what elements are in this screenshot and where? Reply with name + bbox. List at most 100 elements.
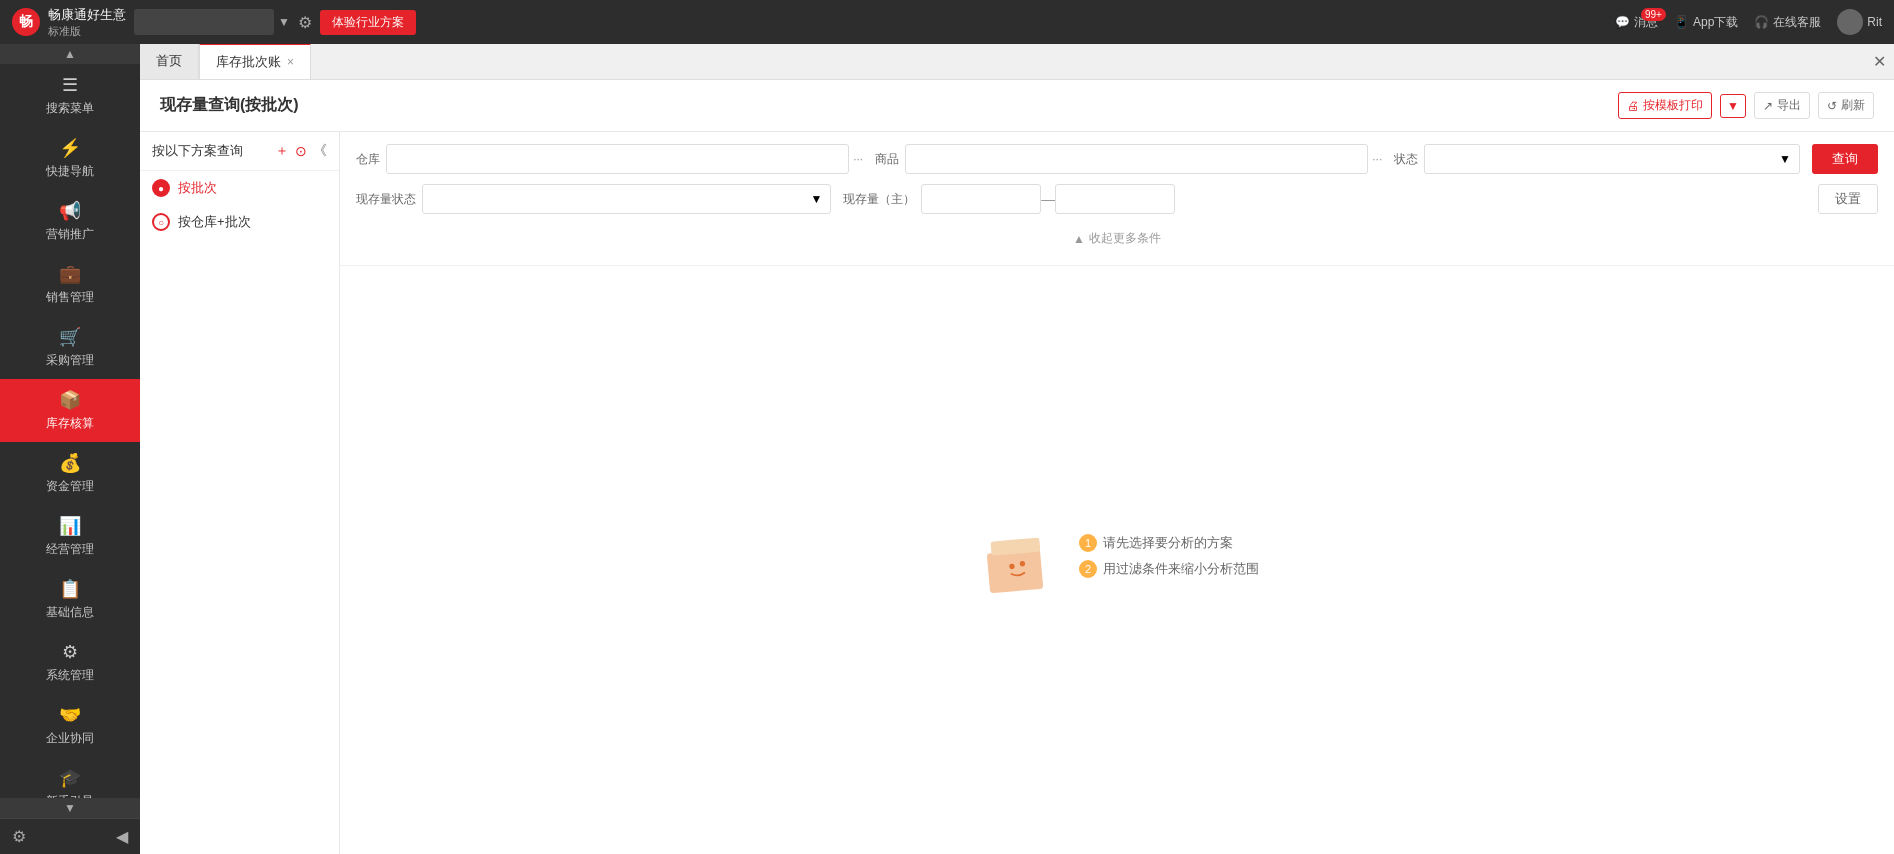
empty-box-icon [975, 520, 1055, 600]
sidebar-scroll-up[interactable]: ▲ [0, 44, 140, 64]
sidebar-scroll-down[interactable]: ▼ [0, 798, 140, 818]
empty-state: 1 请先选择要分析的方案 2 用过滤条件来缩小分析范围 [340, 266, 1894, 854]
status-dropdown-icon: ▼ [1779, 152, 1791, 166]
svg-rect-0 [987, 549, 1044, 593]
product-filter-group: 商品 ··· [875, 144, 1382, 174]
warehouse-more-icon[interactable]: ··· [853, 152, 863, 166]
top-bar-right: 💬 消息 99+ 📱 App下载 🎧 在线客服 Rit [1615, 9, 1882, 35]
settings-button[interactable]: 设置 [1818, 184, 1878, 214]
experience-button[interactable]: 体验行业方案 [320, 10, 416, 35]
online-service-item[interactable]: 🎧 在线客服 [1754, 14, 1821, 31]
app-download-item[interactable]: 📱 App下载 [1674, 14, 1738, 31]
search-menu-icon: ☰ [62, 74, 78, 96]
sidebar-item-label: 库存核算 [46, 415, 94, 432]
refresh-button[interactable]: ↺ 刷新 [1818, 92, 1874, 119]
inventory-status-label: 现存量状态 [356, 191, 416, 208]
print-button[interactable]: 🖨 按模板打印 [1618, 92, 1712, 119]
tip-2-num: 2 [1079, 560, 1097, 578]
inventory-qty-max-input[interactable] [1055, 184, 1175, 214]
collapse-up-icon: ▲ [1073, 232, 1085, 246]
refresh-label: 刷新 [1841, 97, 1865, 114]
sidebar-item-label: 采购管理 [46, 352, 94, 369]
tab-inventory-batch[interactable]: 库存批次账 × [199, 44, 311, 79]
top-bar-left: 畅 畅康通好生意 标准版 ▼ ⚙ 体验行业方案 [12, 6, 416, 39]
settings-scheme-icon[interactable]: ⊙ [295, 143, 307, 159]
sidebar-item-search-menu[interactable]: ☰ 搜索菜单 [0, 64, 140, 127]
tab-home[interactable]: 首页 [140, 44, 199, 79]
empty-text: 1 请先选择要分析的方案 2 用过滤条件来缩小分析范围 [1079, 534, 1259, 586]
main-body: 按以下方案查询 ＋ ⊙ 《 ● 按批次 ○ 按仓库+批次 [140, 132, 1894, 854]
topbar-settings-icon[interactable]: ⚙ [298, 13, 312, 32]
sidebar-item-enterprise[interactable]: 🤝 企业协同 [0, 694, 140, 757]
headset-icon: 🎧 [1754, 15, 1769, 29]
left-panel-actions: ＋ ⊙ 《 [275, 142, 327, 160]
tab-bar-close-icon[interactable]: ✕ [1873, 52, 1886, 71]
inventory-status-filter-group: 现存量状态 ▼ [356, 184, 831, 214]
query-button[interactable]: 查询 [1812, 144, 1878, 174]
sidebar-item-label: 系统管理 [46, 667, 94, 684]
warehouse-label: 仓库 [356, 151, 380, 168]
user-item[interactable]: Rit [1837, 9, 1882, 35]
app-logo: 畅 [12, 8, 40, 36]
sidebar-item-finance[interactable]: 💰 资金管理 [0, 442, 140, 505]
online-service-label: 在线客服 [1773, 14, 1821, 31]
tip-2-text: 用过滤条件来缩小分析范围 [1103, 560, 1259, 578]
scheme-label-by-batch: 按批次 [178, 179, 217, 197]
empty-tip-2: 2 用过滤条件来缩小分析范围 [1079, 560, 1259, 578]
print-dropdown[interactable]: ▼ [1720, 94, 1746, 118]
sidebar-settings-icon[interactable]: ⚙ [12, 827, 26, 846]
tab-close-icon[interactable]: × [287, 55, 294, 69]
sidebar-item-label: 基础信息 [46, 604, 94, 621]
sidebar-item-label: 搜索菜单 [46, 100, 94, 117]
search-input[interactable] [134, 9, 274, 35]
sidebar-item-sales[interactable]: 💼 销售管理 [0, 253, 140, 316]
page-title: 现存量查询(按批次) [160, 95, 299, 116]
sidebar-item-label: 经营管理 [46, 541, 94, 558]
search-box[interactable]: ▼ [134, 9, 290, 35]
left-panel-header: 按以下方案查询 ＋ ⊙ 《 [140, 132, 339, 171]
warehouse-filter-group: 仓库 ··· [356, 144, 863, 174]
sidebar-item-system[interactable]: ⚙ 系统管理 [0, 631, 140, 694]
finance-icon: 💰 [59, 452, 81, 474]
operations-icon: 📊 [59, 515, 81, 537]
product-input[interactable] [905, 144, 1368, 174]
add-scheme-icon[interactable]: ＋ [275, 142, 289, 160]
product-more-icon[interactable]: ··· [1372, 152, 1382, 166]
sidebar-collapse-icon[interactable]: ◀ [116, 827, 128, 846]
collapse-panel-icon[interactable]: 《 [313, 142, 327, 160]
export-button[interactable]: ↗ 导出 [1754, 92, 1810, 119]
page-content: 现存量查询(按批次) 🖨 按模板打印 ▼ ↗ 导出 ↺ 刷新 [140, 80, 1894, 854]
warehouse-input[interactable] [386, 144, 849, 174]
sidebar-item-label: 营销推广 [46, 226, 94, 243]
system-icon: ⚙ [62, 641, 78, 663]
inventory-status-select[interactable]: ▼ [422, 184, 831, 214]
sidebar-item-quick-nav[interactable]: ⚡ 快捷导航 [0, 127, 140, 190]
sidebar-item-inventory[interactable]: 📦 库存核算 [0, 379, 140, 442]
app-subtitle: 标准版 [48, 24, 126, 39]
product-label: 商品 [875, 151, 899, 168]
empty-box-svg [975, 515, 1055, 605]
quick-nav-icon: ⚡ [59, 137, 81, 159]
inventory-qty-min-input[interactable] [921, 184, 1041, 214]
sidebar-item-basics[interactable]: 📋 基础信息 [0, 568, 140, 631]
export-icon: ↗ [1763, 99, 1773, 113]
filter-area: 仓库 ··· 商品 ··· 状态 [340, 132, 1894, 266]
sidebar-bottom: ⚙ ◀ [0, 818, 140, 854]
filter-row-1: 仓库 ··· 商品 ··· 状态 [356, 144, 1878, 174]
filter-row-2: 现存量状态 ▼ 现存量（主） — [356, 184, 1878, 214]
status-select[interactable]: ▼ [1424, 144, 1800, 174]
search-dropdown-icon[interactable]: ▼ [278, 15, 290, 29]
sidebar-item-marketing[interactable]: 📢 营销推广 [0, 190, 140, 253]
refresh-icon: ↺ [1827, 99, 1837, 113]
empty-tip-1: 1 请先选择要分析的方案 [1079, 534, 1259, 552]
scheme-item-by-warehouse-batch[interactable]: ○ 按仓库+批次 [140, 205, 339, 239]
scheme-item-by-batch[interactable]: ● 按批次 [140, 171, 339, 205]
tip-1-num: 1 [1079, 534, 1097, 552]
marketing-icon: 📢 [59, 200, 81, 222]
collapse-conditions-button[interactable]: ▲ 收起更多条件 [356, 224, 1878, 253]
sidebar-item-purchase[interactable]: 🛒 采购管理 [0, 316, 140, 379]
messages-item[interactable]: 💬 消息 99+ [1615, 14, 1658, 31]
inventory-icon: 📦 [59, 389, 81, 411]
sidebar-item-operations[interactable]: 📊 经营管理 [0, 505, 140, 568]
status-label: 状态 [1394, 151, 1418, 168]
